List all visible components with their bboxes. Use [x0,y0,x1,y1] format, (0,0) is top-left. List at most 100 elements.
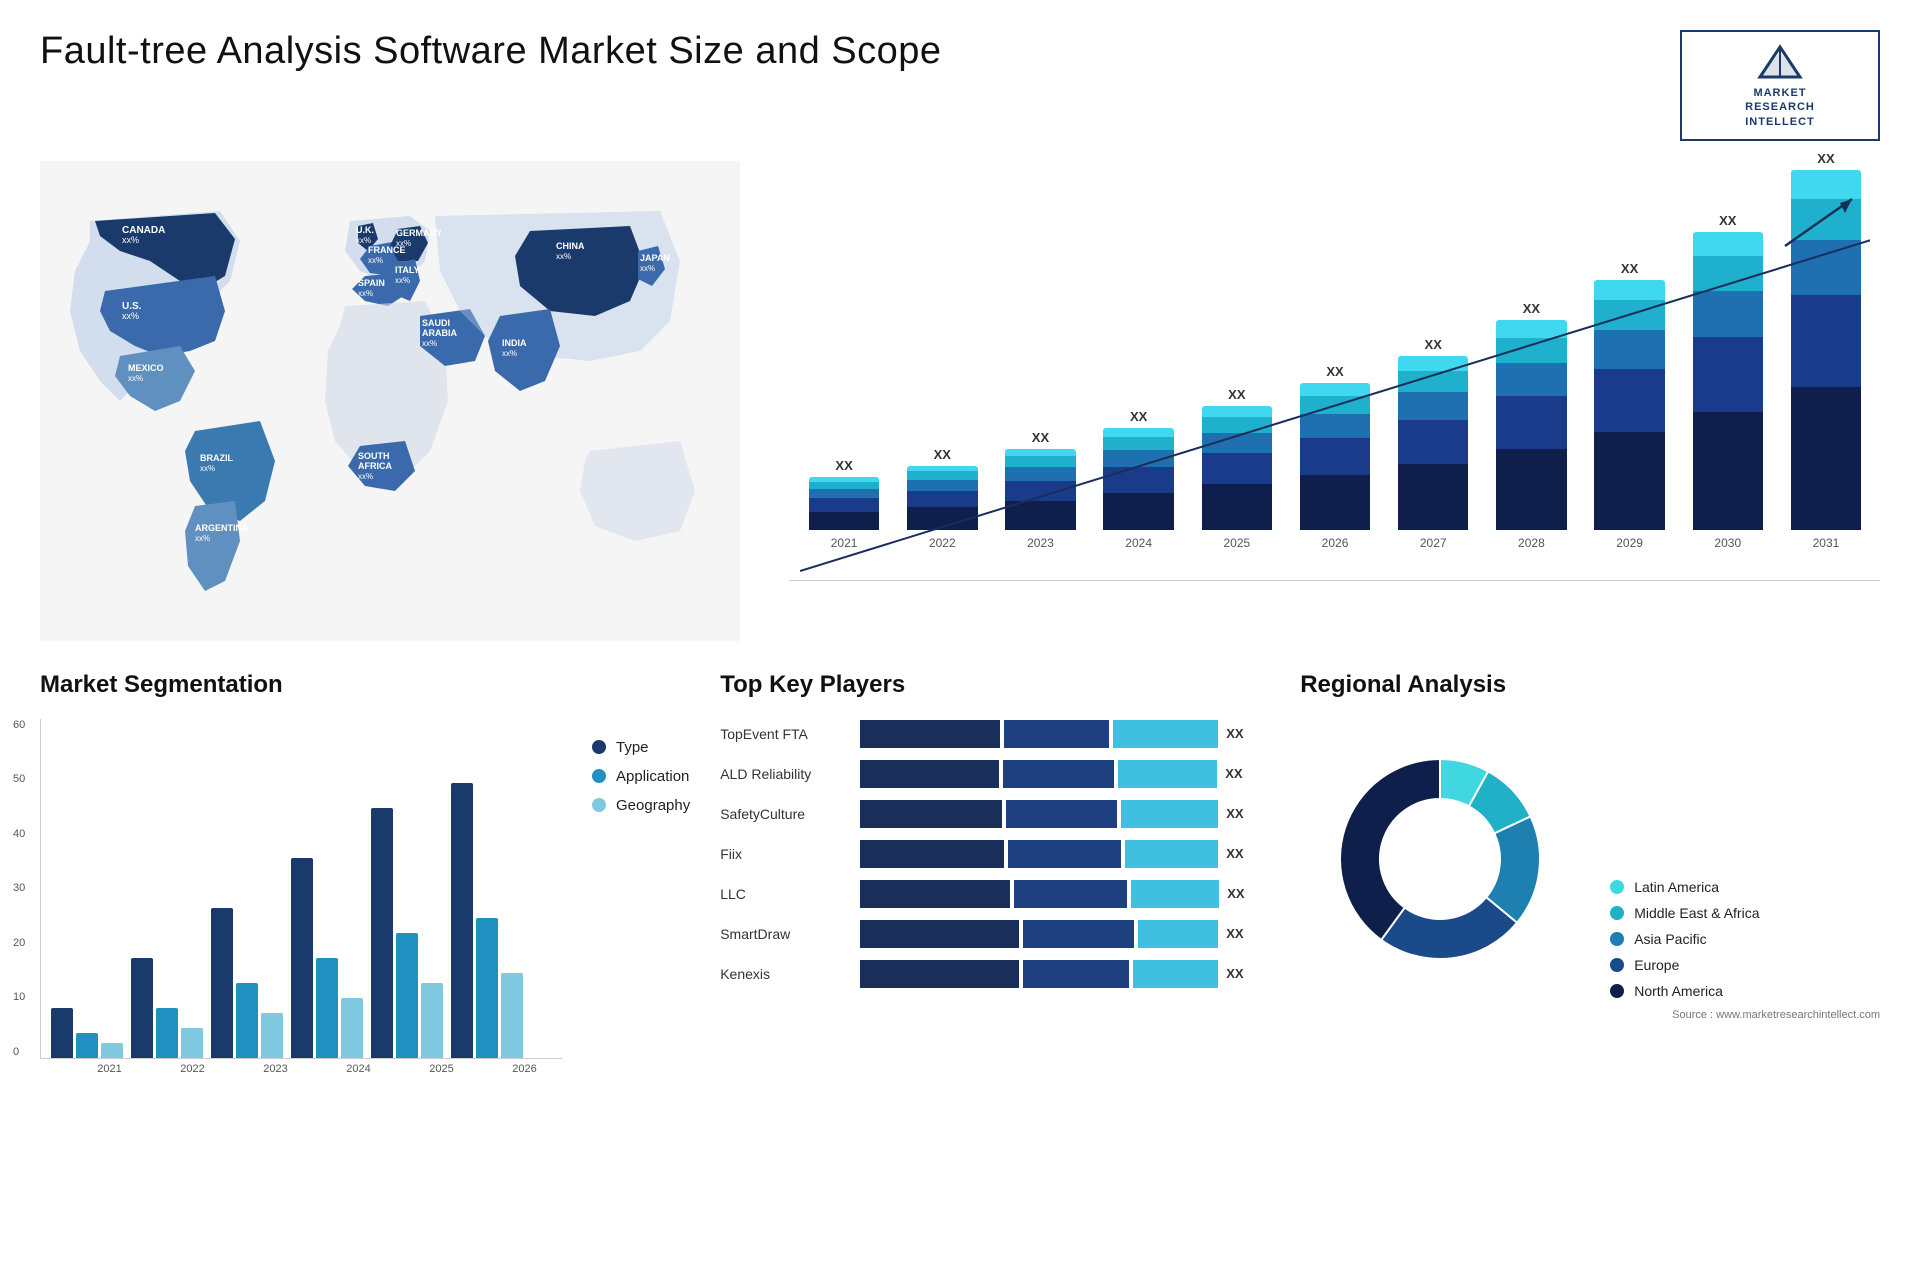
player-bar-label: XX [1226,726,1243,741]
regional-legend-label: Middle East & Africa [1634,905,1759,921]
bar-segment [907,491,978,507]
regional-legend-dot [1610,958,1624,972]
bar-value-label: XX [1817,151,1834,166]
svg-text:xx%: xx% [422,339,437,348]
bar-segment [1103,493,1174,530]
svg-text:xx%: xx% [122,235,139,245]
regional-legend-dot [1610,932,1624,946]
bar-year-label: 2029 [1616,536,1643,550]
source-text: Source : www.marketresearchintellect.com [1300,1009,1880,1021]
regional-legend-item: Middle East & Africa [1610,905,1759,921]
bar-segment [1496,320,1567,338]
svg-text:xx%: xx% [195,534,210,543]
svg-text:xx%: xx% [396,239,411,248]
svg-text:xx%: xx% [356,236,371,245]
regional-legend-label: Latin America [1634,879,1719,895]
page-header: Fault-tree Analysis Software Market Size… [40,30,1880,141]
seg-bar [421,983,443,1058]
bar-segment [1005,456,1076,467]
bar-segment [1496,363,1567,396]
bar-segment [809,489,880,498]
seg-bar [236,983,258,1058]
bar-segment [1496,338,1567,363]
bar-year-label: 2025 [1223,536,1250,550]
seg-bar [101,1043,123,1058]
player-bar-label: XX [1226,846,1243,861]
bar-value-label: XX [934,447,951,462]
player-bar-label: XX [1227,886,1244,901]
player-row: TopEvent FTAXX [720,719,1270,749]
bar-value-label: XX [1425,337,1442,352]
svg-text:xx%: xx% [502,349,517,358]
bar-segment [1496,449,1567,530]
svg-text:AFRICA: AFRICA [358,461,392,471]
svg-text:xx%: xx% [368,256,383,265]
bar-segment [1398,356,1469,371]
svg-text:xx%: xx% [556,252,571,261]
player-bar-segment [860,760,999,788]
bar-value-label: XX [1326,364,1343,379]
regional-content: Latin America Middle East & Africa Asia Pa… [1300,719,1880,999]
svg-text:ARABIA: ARABIA [422,328,457,338]
player-name: LLC [720,886,850,902]
player-bar-segment [860,920,1019,948]
bar-segment [1005,467,1076,481]
seg-bar [476,918,498,1058]
bar-segment [1103,437,1174,450]
bar-year-label: 2026 [1322,536,1349,550]
svg-text:SPAIN: SPAIN [358,278,385,288]
bar-segment [907,480,978,491]
player-row: ALD ReliabilityXX [720,759,1270,789]
svg-text:xx%: xx% [640,264,655,273]
legend-dot [592,740,606,754]
growth-bar-group: XX2024 [1095,409,1183,550]
bar-segment [1693,337,1764,412]
seg-x-label: 2024 [321,1063,396,1075]
player-bar-container: XX [860,719,1270,749]
bar-year-label: 2023 [1027,536,1054,550]
svg-text:CHINA: CHINA [556,241,585,251]
logo-icon [1755,42,1805,82]
player-bar-segment [1004,720,1109,748]
bar-segment [1594,330,1665,369]
bar-segment [1693,412,1764,530]
regional-title: Regional Analysis [1300,671,1880,699]
player-name: SmartDraw [720,926,850,942]
svg-text:xx%: xx% [358,289,373,298]
player-bar-segment [1125,840,1218,868]
growth-bar-group: XX2025 [1193,387,1281,550]
growth-chart-area: XX2021XX2022XX2023XX2024XX2025XX2026XX20… [780,161,1880,641]
bar-segment [1202,453,1273,484]
regional-legend: Latin America Middle East & Africa Asia Pa… [1610,879,1759,999]
seg-bar [291,858,313,1058]
bar-segment [809,498,880,512]
bar-segment [1398,420,1469,464]
growth-bar-group: XX2028 [1487,301,1575,550]
player-bar-segment [1006,800,1117,828]
growth-bar-group: XX2023 [996,430,1084,550]
bar-segment [1300,475,1371,530]
player-bar-label: XX [1226,806,1243,821]
seg-bar [501,973,523,1058]
seg-x-label: 2021 [72,1063,147,1075]
bar-segment [1202,433,1273,453]
bar-segment [1103,467,1174,493]
regional-legend-item: North America [1610,983,1759,999]
regional-legend-item: Asia Pacific [1610,931,1759,947]
svg-text:INDIA: INDIA [502,338,527,348]
regional-legend-label: Europe [1634,957,1679,973]
growth-bar-group: XX 2026 [1291,364,1379,550]
svg-text:SOUTH: SOUTH [358,451,390,461]
player-bar-segment [1133,960,1218,988]
seg-x-label: 2026 [487,1063,562,1075]
bar-segment [1103,450,1174,467]
world-map-area: CANADA xx% U.S. xx% MEXICO xx% BRAZIL xx… [40,161,740,641]
player-bar-segment [1118,760,1217,788]
svg-text:BRAZIL: BRAZIL [200,453,233,463]
player-name: ALD Reliability [720,766,850,782]
player-bar-segment [860,960,1019,988]
seg-bar [261,1013,283,1058]
player-row: SafetyCultureXX [720,799,1270,829]
regional-legend-label: North America [1634,983,1723,999]
seg-bar [316,958,338,1058]
